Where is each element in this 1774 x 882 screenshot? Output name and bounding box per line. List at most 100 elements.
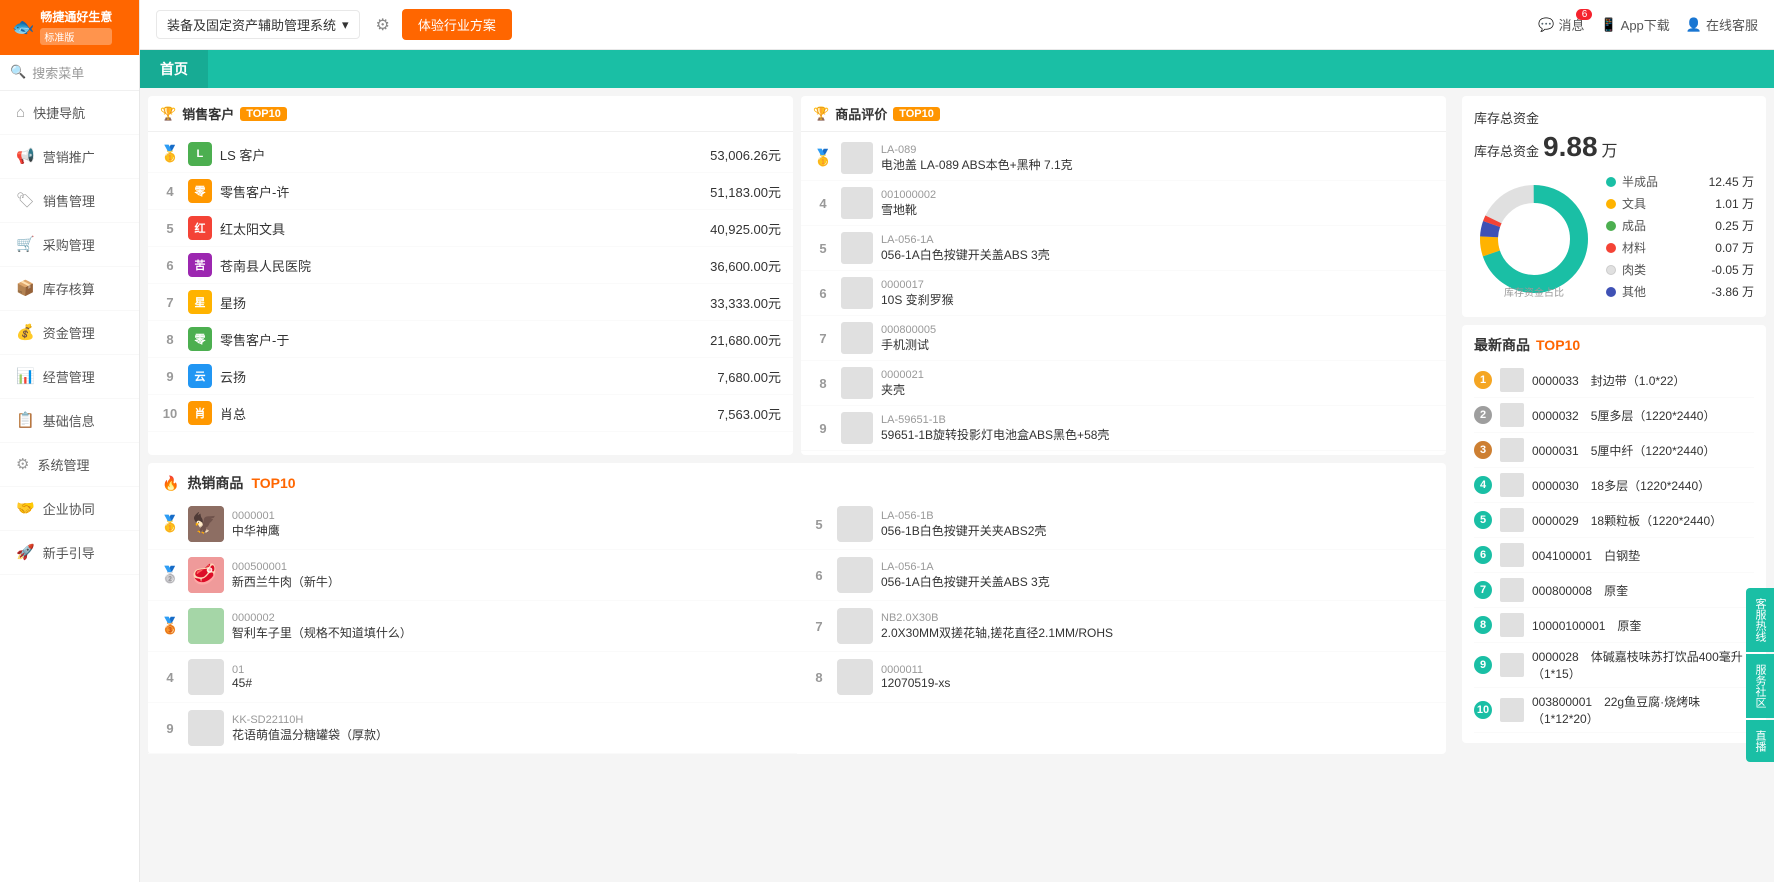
float-btn-community-label: 服务社区	[1754, 664, 1766, 708]
sidebar-item-quicknav[interactable]: ⌂ 快捷导航	[0, 91, 139, 135]
float-btn-community[interactable]: 服务社区	[1746, 654, 1774, 718]
product-rank-item: 6 0000017 10S 变刹罗猴	[801, 271, 1446, 316]
sidebar-item-finance[interactable]: 💰 资金管理	[0, 311, 139, 355]
info-icon: 📋	[16, 411, 35, 429]
hot-item-img	[837, 608, 873, 644]
online-service-button[interactable]: 👤 在线客服	[1686, 15, 1758, 34]
rank-num: 9	[160, 369, 180, 384]
inventory-title-text: 库存总资金	[1474, 108, 1539, 127]
rank-num: 6	[160, 258, 180, 273]
rank-num: 9	[160, 721, 180, 736]
hot-item-code: 01	[232, 664, 252, 676]
sidebar-item-guide[interactable]: 🚀 新手引导	[0, 531, 139, 575]
avatar: 肖	[188, 401, 212, 425]
rank-badge: 4	[1474, 476, 1492, 494]
sidebar-label: 系统管理	[37, 455, 89, 474]
message-button[interactable]: 💬 消息 6	[1538, 15, 1584, 34]
search-icon: 🔍	[10, 64, 26, 80]
product-img	[841, 412, 873, 444]
customer-panel-header: 🏆 销售客户 TOP10	[148, 96, 793, 132]
rank-num: 8	[160, 332, 180, 347]
sidebar-item-basic-info[interactable]: 📋 基础信息	[0, 399, 139, 443]
trial-button[interactable]: 体验行业方案	[402, 9, 512, 40]
product-img	[841, 277, 873, 309]
home-icon: ⌂	[16, 104, 25, 121]
product-img	[841, 187, 873, 219]
medal-icon: 🥇	[813, 148, 833, 168]
product-info: LA-59651-1B 59651-1B旋转投影灯电池盒ABS黑色+58壳	[881, 414, 1434, 443]
sidebar-item-sales[interactable]: 🏷 销售管理	[0, 179, 139, 223]
fire-icon: 🔥	[162, 475, 179, 492]
product-rank-item: 🥇 LA-089 电池盖 LA-089 ABS本色+黑种 7.1克	[801, 136, 1446, 181]
latest-title: 最新商品 TOP10	[1474, 335, 1754, 355]
customer-amount: 53,006.26元	[710, 145, 781, 164]
legend-dot	[1606, 265, 1616, 275]
legend-dot	[1606, 287, 1616, 297]
chevron-down-icon: ▾	[342, 17, 349, 33]
sidebar-item-purchase[interactable]: 🛒 采购管理	[0, 223, 139, 267]
rank-medal: 🥉	[160, 616, 180, 636]
customer-rank-list: 🥇 L LS 客户 53,006.26元 4 零 零售客户-许 51,183.0…	[148, 132, 793, 436]
rank-num: 5	[813, 241, 833, 256]
product-img	[841, 322, 873, 354]
hot-item-img	[188, 659, 224, 695]
legend-dot	[1606, 177, 1616, 187]
inventory-icon: 📦	[16, 279, 35, 297]
tab-home[interactable]: 首页	[140, 50, 208, 88]
sidebar-label: 企业协同	[43, 499, 95, 518]
legend-dot	[1606, 221, 1616, 231]
rank-num: 5	[160, 221, 180, 236]
latest-info: 0000031 5厘中纤（1220*2440）	[1532, 442, 1754, 459]
sidebar-item-cooperation[interactable]: 🤝 企业协同	[0, 487, 139, 531]
latest-info: 10000100001 原奎	[1532, 617, 1754, 634]
coop-icon: 🤝	[16, 499, 35, 517]
latest-img	[1500, 698, 1524, 722]
float-btn-service-label: 客服热线	[1754, 598, 1766, 642]
latest-img	[1500, 508, 1524, 532]
sidebar-label: 经营管理	[43, 367, 95, 386]
sidebar: 🐟 畅捷通好生意 标准版 🔍 搜索菜单 ⌂ 快捷导航 📢 营销推广 🏷 销售管理…	[0, 0, 140, 882]
sidebar-label: 采购管理	[43, 235, 95, 254]
hot-item-code: 000500001	[232, 561, 340, 573]
legend-dot	[1606, 243, 1616, 253]
float-buttons: 客服热线 服务社区 直播	[1746, 588, 1774, 762]
legend-value: -0.05 万	[1711, 261, 1754, 278]
inventory-panel: 库存总资金 库存总资金 9.88 万	[1462, 96, 1766, 317]
gear-button[interactable]: ⚙	[376, 15, 390, 35]
latest-info: 0000030 18多层（1220*2440）	[1532, 477, 1754, 494]
rank-num: 6	[813, 286, 833, 301]
latest-products-panel: 最新商品 TOP10 1 0000033 封边带（1.0*22） 2 00000…	[1462, 325, 1766, 743]
sidebar-search[interactable]: 🔍 搜索菜单	[0, 55, 139, 91]
system-selector[interactable]: 装备及固定资产辅助管理系统 ▾	[156, 10, 360, 39]
latest-item: 5 0000029 18颗粒板（1220*2440）	[1474, 503, 1754, 538]
customer-panel-title: 🏆 销售客户 TOP10	[160, 104, 287, 123]
sidebar-item-inventory[interactable]: 📦 库存核算	[0, 267, 139, 311]
sidebar-item-operations[interactable]: 📊 经营管理	[0, 355, 139, 399]
latest-info: 000800008 原奎	[1532, 582, 1754, 599]
product-img	[841, 142, 873, 174]
sidebar-label: 营销推广	[43, 147, 95, 166]
customer-amount: 33,333.00元	[710, 293, 781, 312]
customer-name: 肖总	[220, 404, 709, 423]
system-name: 装备及固定资产辅助管理系统	[167, 15, 336, 34]
sidebar-item-system[interactable]: ⚙ 系统管理	[0, 443, 139, 487]
system-icon: ⚙	[16, 455, 29, 473]
legend-value: 12.45 万	[1709, 173, 1754, 190]
avatar: 零	[188, 179, 212, 203]
float-btn-service[interactable]: 客服热线	[1746, 588, 1774, 652]
sidebar-item-marketing[interactable]: 📢 营销推广	[0, 135, 139, 179]
latest-title-text: 最新商品	[1474, 335, 1530, 355]
app-download-button[interactable]: 📱 App下载	[1600, 15, 1669, 34]
product-name: 手机测试	[881, 336, 1434, 353]
rank-badge: 2	[1474, 406, 1492, 424]
content-right: 库存总资金 库存总资金 9.88 万	[1454, 88, 1774, 882]
product-info: LA-056-1A 056-1A白色按键开关盖ABS 3壳	[881, 234, 1434, 263]
rank-badge: 5	[1474, 511, 1492, 529]
rank-num: 8	[813, 376, 833, 391]
float-btn-live[interactable]: 直播	[1746, 720, 1774, 762]
rank-badge: 6	[1474, 546, 1492, 564]
hot-item-code: LA-056-1A	[881, 561, 1050, 573]
customer-name: 星扬	[220, 293, 702, 312]
customer-amount: 36,600.00元	[710, 256, 781, 275]
hot-item-info: 0000001 中华神鹰	[232, 510, 280, 539]
